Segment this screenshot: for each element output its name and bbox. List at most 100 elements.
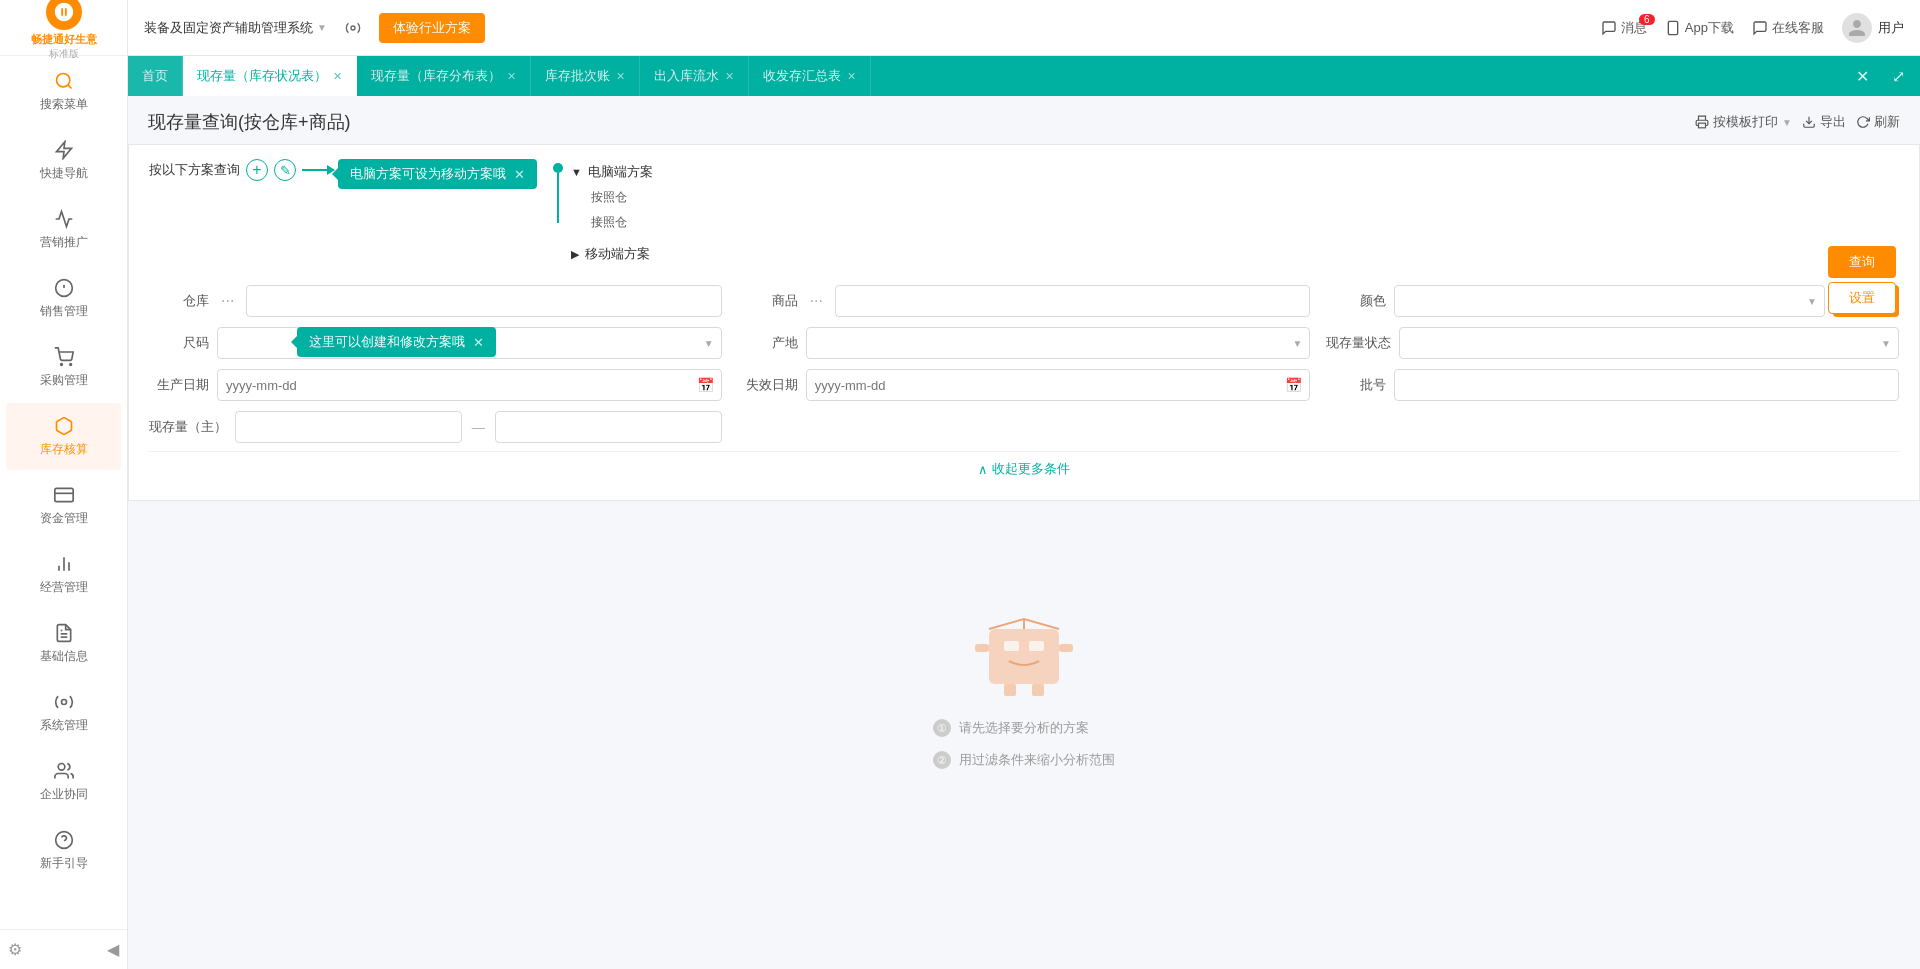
sidebar-logo: 畅捷通好生意 标准版 — [0, 0, 127, 56]
scheme-group-pc-header[interactable]: ▼ 电脑端方案 — [571, 159, 653, 185]
exp-date-calendar-icon[interactable]: 📅 — [1285, 377, 1302, 393]
prod-date-input[interactable] — [217, 369, 722, 401]
message-btn[interactable]: 消息 6 — [1601, 19, 1647, 37]
svg-rect-30 — [1059, 644, 1073, 652]
settings-config-btn[interactable]: 设置 — [1828, 282, 1896, 314]
tab-stock-status-label: 现存量（库存状况表） — [197, 67, 327, 85]
sidebar-collapse-btn[interactable]: ◀ — [107, 940, 119, 959]
sidebar-item-base-info[interactable]: 基础信息 — [6, 610, 121, 677]
scheme-group-pc: ▼ 电脑端方案 按照仓 接照仓 — [571, 159, 653, 235]
vert-connector — [553, 159, 563, 223]
scheme-group-mobile-header[interactable]: ▶ 移动端方案 — [571, 241, 653, 267]
origin-select[interactable] — [806, 327, 1311, 359]
empty-illustration — [959, 589, 1089, 699]
tab-batch[interactable]: 库存批次账 ✕ — [531, 56, 640, 96]
svg-point-0 — [56, 74, 69, 87]
tab-summary[interactable]: 收发存汇总表 ✕ — [749, 56, 871, 96]
sidebar-label-marketing: 营销推广 — [40, 234, 88, 251]
tab-inout[interactable]: 出入库流水 ✕ — [640, 56, 749, 96]
stock-max-input[interactable] — [495, 411, 722, 443]
mobile-group-arrow: ▶ — [571, 248, 579, 261]
pc-scheme-item-1[interactable]: 按照仓 — [591, 185, 653, 210]
sidebar-settings-btn[interactable]: ⚙ — [8, 940, 22, 959]
app-download-btn[interactable]: App下载 — [1665, 19, 1734, 37]
tab-stock-dist[interactable]: 现存量（库存分布表） ✕ — [357, 56, 531, 96]
online-support-btn[interactable]: 在线客服 — [1752, 19, 1824, 37]
query-btn[interactable]: 查询 — [1828, 246, 1896, 278]
edit-scheme-btn[interactable]: ✎ — [274, 159, 296, 181]
warehouse-label: 仓库 — [149, 292, 209, 310]
stock-status-select[interactable] — [1399, 327, 1899, 359]
settings-gear-btn[interactable] — [337, 12, 369, 44]
tab-close-all-btn[interactable]: ✕ — [1848, 62, 1876, 90]
svg-rect-8 — [54, 488, 72, 501]
message-badge: 6 — [1639, 14, 1655, 25]
tab-stock-status-close[interactable]: ✕ — [333, 70, 342, 83]
exp-date-input[interactable] — [806, 369, 1311, 401]
sidebar-item-finance[interactable]: 资金管理 — [6, 472, 121, 539]
scheme-edit-tooltip-close[interactable]: ✕ — [473, 335, 484, 350]
empty-state: ① 请先选择要分析的方案 ② 用过滤条件来缩小分析范围 — [128, 509, 1920, 853]
sidebar-item-purchase[interactable]: 采购管理 — [6, 334, 121, 401]
scheme-tooltip-close[interactable]: ✕ — [514, 168, 525, 181]
sidebar-item-marketing[interactable]: 营销推广 — [6, 196, 121, 263]
sidebar-label-operations: 经营管理 — [40, 579, 88, 596]
tab-home[interactable]: 首页 — [128, 56, 183, 96]
add-scheme-btn[interactable]: + — [246, 159, 268, 181]
chevron-up-icon: ∧ — [978, 462, 988, 477]
empty-hints: ① 请先选择要分析的方案 ② 用过滤条件来缩小分析范围 — [933, 715, 1115, 773]
tab-inout-close[interactable]: ✕ — [725, 70, 734, 83]
tab-stock-dist-close[interactable]: ✕ — [507, 70, 516, 83]
topbar: 装备及固定资产辅助管理系统 ▼ 体验行业方案 消息 6 App下载 在线客服 用… — [128, 0, 1920, 56]
stock-min-input[interactable] — [235, 411, 462, 443]
goods-dots[interactable]: ··· — [806, 292, 827, 310]
export-btn[interactable]: 导出 — [1802, 113, 1846, 131]
pc-scheme-item-2[interactable]: 接照仓 — [591, 210, 653, 235]
tab-summary-close[interactable]: ✕ — [847, 70, 856, 83]
tab-inout-label: 出入库流水 — [654, 67, 719, 85]
sidebar: 畅捷通好生意 标准版 搜索菜单 快捷导航 营销推广 — [0, 0, 128, 969]
sidebar-item-sys-mgmt[interactable]: 系统管理 — [6, 679, 121, 746]
sidebar-label-base-info: 基础信息 — [40, 648, 88, 665]
scheme-group-mobile: ▶ 移动端方案 — [571, 241, 653, 267]
user-label: 用户 — [1878, 19, 1904, 37]
goods-input[interactable] — [835, 285, 1310, 317]
export-label: 导出 — [1820, 113, 1846, 131]
sidebar-label-new-guide: 新手引导 — [40, 855, 88, 872]
svg-rect-28 — [1032, 684, 1044, 696]
tab-stock-status[interactable]: 现存量（库存状况表） ✕ — [183, 56, 357, 96]
svg-rect-26 — [1029, 641, 1044, 651]
user-menu[interactable]: 用户 — [1842, 13, 1904, 43]
empty-hint-2: ② 用过滤条件来缩小分析范围 — [933, 747, 1115, 773]
stock-main-label: 现存量（主） — [149, 418, 227, 436]
filter-fields: 仓库 ··· 商品 ··· 颜色 ▼ 查询 尺码 — [149, 285, 1899, 443]
sidebar-item-new-guide[interactable]: 新手引导 — [6, 817, 121, 884]
warehouse-dots[interactable]: ··· — [217, 292, 238, 310]
trial-btn[interactable]: 体验行业方案 — [379, 13, 485, 43]
batch-input[interactable] — [1394, 369, 1899, 401]
sidebar-item-search-menu[interactable]: 搜索菜单 — [6, 58, 121, 125]
template-print-arrow: ▼ — [1782, 117, 1792, 128]
sidebar-item-enterprise[interactable]: 企业协同 — [6, 748, 121, 815]
warehouse-input[interactable] — [246, 285, 721, 317]
tab-fullscreen-btn[interactable]: ⤢ — [1884, 62, 1912, 90]
svg-rect-20 — [1668, 21, 1677, 34]
sidebar-item-quick-nav[interactable]: 快捷导航 — [6, 127, 121, 194]
filter-row-origin: 产地 ▼ — [738, 327, 1311, 359]
sidebar-item-operations[interactable]: 经营管理 — [6, 541, 121, 608]
refresh-btn[interactable]: 刷新 — [1856, 113, 1900, 131]
svg-line-1 — [67, 85, 71, 89]
template-print-label: 按模板打印 — [1713, 113, 1778, 131]
sidebar-item-inventory[interactable]: 库存核算 — [6, 403, 121, 470]
collapse-bar[interactable]: ∧ 收起更多条件 — [149, 451, 1899, 486]
system-title-select[interactable]: 装备及固定资产辅助管理系统 ▼ — [144, 19, 327, 37]
refresh-label: 刷新 — [1874, 113, 1900, 131]
tab-batch-close[interactable]: ✕ — [616, 70, 625, 83]
main-content: 现存量查询(按仓库+商品) 按模板打印 ▼ 导出 刷新 按以下方案查询 — [128, 96, 1920, 969]
color-select[interactable] — [1394, 285, 1825, 317]
app-download-label: App下载 — [1685, 19, 1734, 37]
template-print-btn[interactable]: 按模板打印 ▼ — [1695, 113, 1792, 131]
prod-date-calendar-icon[interactable]: 📅 — [697, 377, 714, 393]
stock-status-label: 现存量状态 — [1326, 334, 1391, 352]
sidebar-item-sales[interactable]: 销售管理 — [6, 265, 121, 332]
